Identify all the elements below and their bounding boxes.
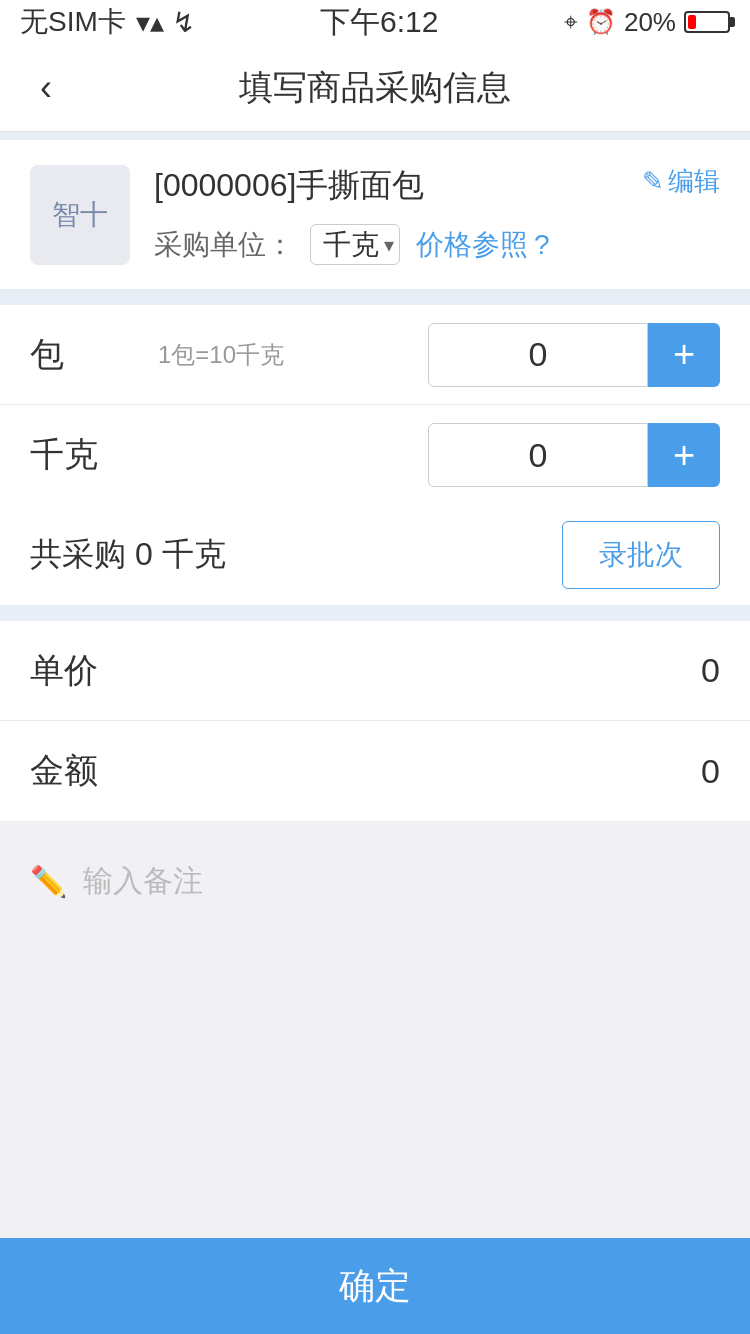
product-unit-row: 采购单位： 千克 价格参照 ?	[154, 224, 720, 265]
amount-label: 金额	[30, 748, 701, 794]
summary-text: 共采购 0 千克	[30, 533, 562, 577]
bottom-spacer	[0, 941, 750, 1241]
price-ref-button[interactable]: 价格参照 ?	[416, 226, 550, 264]
product-info: [0000006]手撕面包 采购单位： 千克 价格参照 ?	[154, 164, 720, 265]
amount-row: 金额 0	[0, 721, 750, 821]
note-placeholder: 输入备注	[83, 861, 203, 902]
unit-select-wrap[interactable]: 千克	[310, 224, 400, 265]
kg-plus-button[interactable]: +	[648, 423, 720, 487]
status-bar: 无SIM卡 ▾▴ ↯ 下午6:12 ⌖ ⏰ 20%	[0, 0, 750, 44]
edit-button[interactable]: ✎ 编辑	[642, 164, 720, 199]
kg-input-controls: +	[428, 423, 720, 487]
edit-label: 编辑	[668, 164, 720, 199]
price-ref-label: 价格参照	[416, 226, 528, 264]
wifi-icon: ▾▴ ↯	[136, 6, 195, 39]
unit-price-label: 单价	[30, 648, 701, 694]
section-divider-1	[0, 289, 750, 305]
bag-sub-label: 1包=10千克	[158, 339, 284, 371]
unit-price-row: 单价 0	[0, 621, 750, 721]
battery-percent: 20%	[624, 7, 676, 38]
product-name: [0000006]手撕面包	[154, 164, 720, 208]
pencil-icon: ✏️	[30, 864, 67, 899]
confirm-button[interactable]: 确定	[339, 1262, 411, 1311]
price-section: 单价 0 金额 0	[0, 621, 750, 821]
bag-input-controls: +	[428, 323, 720, 387]
edit-icon: ✎	[642, 166, 664, 197]
status-right: ⌖ ⏰ 20%	[564, 7, 730, 38]
battery-icon	[684, 11, 730, 33]
bag-quantity-input[interactable]	[428, 323, 648, 387]
record-batch-button[interactable]: 录批次	[562, 521, 720, 589]
top-divider	[0, 132, 750, 140]
summary-row: 共采购 0 千克 录批次	[0, 505, 750, 605]
bag-input-row: 包 1包=10千克 +	[0, 305, 750, 405]
time-label: 下午6:12	[320, 2, 438, 43]
product-thumbnail: 智十	[30, 165, 130, 265]
section-divider-2	[0, 605, 750, 621]
confirm-bar[interactable]: 确定	[0, 1238, 750, 1334]
amount-value: 0	[701, 752, 720, 791]
kg-quantity-input[interactable]	[428, 423, 648, 487]
note-section[interactable]: ✏️ 输入备注	[0, 821, 750, 941]
alarm-icon: ⏰	[586, 8, 616, 36]
kg-label: 千克	[30, 432, 150, 478]
bag-plus-button[interactable]: +	[648, 323, 720, 387]
back-button[interactable]: ‹	[30, 57, 62, 119]
product-logo: 智十	[52, 198, 108, 232]
page-title: 填写商品采购信息	[239, 65, 511, 111]
location-icon: ⌖	[564, 8, 578, 36]
unit-price-value: 0	[701, 651, 720, 690]
bag-label: 包	[30, 332, 150, 378]
question-icon: ?	[534, 229, 550, 261]
carrier-label: 无SIM卡	[20, 3, 126, 41]
input-section: 包 1包=10千克 + 千克 +	[0, 305, 750, 505]
status-left: 无SIM卡 ▾▴ ↯	[20, 3, 195, 41]
unit-label: 采购单位：	[154, 226, 294, 264]
battery-fill	[688, 15, 696, 29]
unit-select[interactable]: 千克	[310, 224, 400, 265]
product-card: 智十 [0000006]手撕面包 采购单位： 千克 价格参照 ? ✎ 编辑	[0, 140, 750, 289]
kg-input-row: 千克 +	[0, 405, 750, 505]
nav-bar: ‹ 填写商品采购信息	[0, 44, 750, 132]
